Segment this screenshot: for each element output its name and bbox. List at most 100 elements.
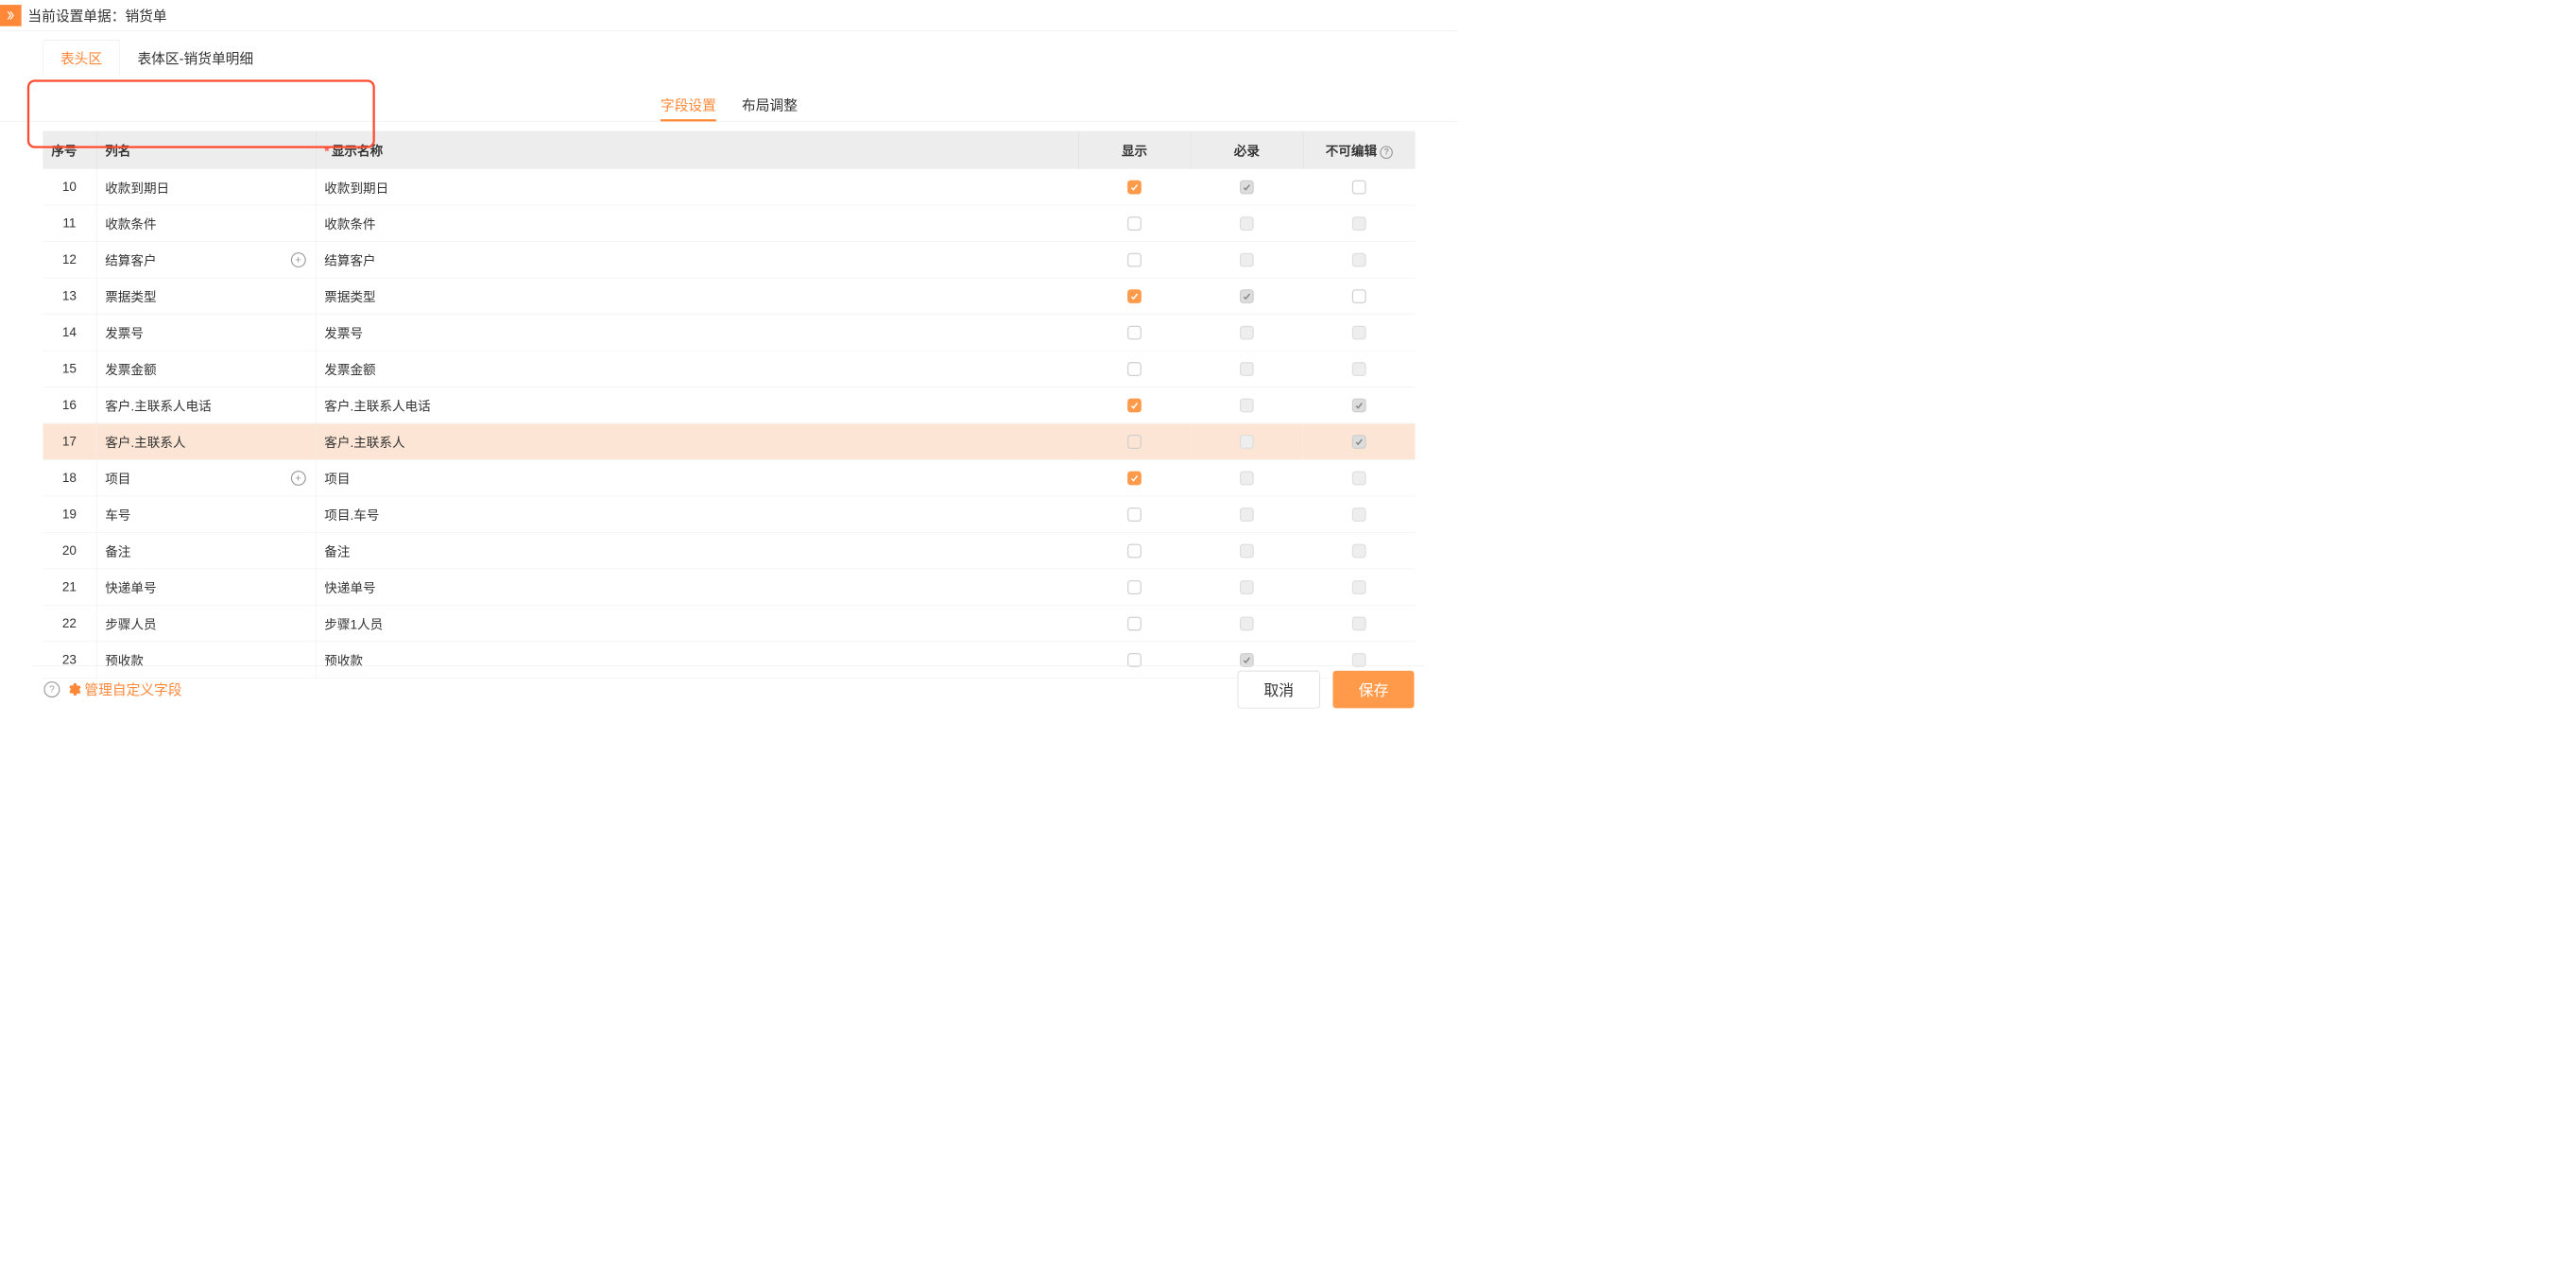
row-show-cell	[1078, 605, 1191, 641]
row-seq: 19	[43, 496, 96, 532]
noedit-checkbox[interactable]	[1352, 180, 1366, 195]
col-header-display-name: *显示名称	[316, 131, 1078, 169]
required-checkbox	[1240, 399, 1254, 413]
col-header-noedit: 不可编辑?	[1303, 131, 1416, 169]
row-seq: 10	[43, 169, 96, 205]
show-checkbox[interactable]	[1127, 326, 1142, 340]
table-row: 22步骤人员步骤1人员	[43, 605, 1415, 641]
row-display-name[interactable]: 收款条件	[316, 205, 1078, 241]
table-row: 15发票金额发票金额	[43, 351, 1415, 387]
expand-icon[interactable]: +	[291, 471, 306, 486]
sub-tabs: 字段设置布局调整	[0, 88, 1458, 121]
row-display-name[interactable]: 客户.主联系人	[316, 423, 1078, 459]
row-noedit-cell	[1303, 569, 1416, 605]
required-checkbox	[1240, 362, 1254, 376]
show-checkbox[interactable]	[1127, 617, 1142, 631]
noedit-checkbox	[1352, 472, 1366, 486]
row-seq: 11	[43, 205, 96, 241]
table-row: 19车号项目.车号	[43, 496, 1415, 532]
field-table-container: 序号 列名 *显示名称 显示 必录 不可编辑? 10收款到期日收款到期日11收款…	[43, 131, 1415, 679]
row-seq: 20	[43, 532, 96, 568]
row-display-name[interactable]: 客户.主联系人电话	[316, 387, 1078, 423]
show-checkbox[interactable]	[1127, 507, 1142, 522]
main-tabs: 表头区表体区-销货单明细	[43, 40, 1458, 76]
row-required-cell	[1191, 605, 1303, 641]
show-checkbox[interactable]	[1127, 216, 1142, 231]
row-show-cell	[1078, 569, 1191, 605]
row-required-cell	[1191, 532, 1303, 568]
row-name: 收款条件	[96, 205, 316, 241]
row-display-name[interactable]: 步骤1人员	[316, 605, 1078, 641]
footer-help-icon[interactable]: ?	[43, 681, 60, 697]
row-display-name[interactable]: 发票金额	[316, 351, 1078, 387]
main-tab-1[interactable]: 表体区-销货单明细	[120, 40, 271, 76]
header-bar: 当前设置单据：销货单	[0, 0, 1458, 31]
row-seq: 22	[43, 605, 96, 641]
show-checkbox[interactable]	[1127, 289, 1142, 303]
show-checkbox[interactable]	[1127, 435, 1142, 449]
row-name: 项目+	[96, 459, 316, 495]
noedit-checkbox	[1352, 399, 1366, 413]
row-show-cell	[1078, 315, 1191, 351]
row-noedit-cell	[1303, 532, 1416, 568]
row-required-cell	[1191, 496, 1303, 532]
sub-tab-0[interactable]: 字段设置	[661, 88, 716, 121]
row-display-name[interactable]: 快递单号	[316, 569, 1078, 605]
help-icon[interactable]: ?	[1380, 146, 1393, 159]
show-checkbox[interactable]	[1127, 472, 1142, 486]
table-row: 10收款到期日收款到期日	[43, 169, 1415, 205]
noedit-checkbox	[1352, 544, 1366, 559]
required-checkbox	[1240, 216, 1254, 231]
show-checkbox[interactable]	[1127, 544, 1142, 559]
row-show-cell	[1078, 169, 1191, 205]
required-checkbox	[1240, 326, 1254, 340]
row-display-name[interactable]: 备注	[316, 532, 1078, 568]
noedit-checkbox	[1352, 216, 1366, 231]
required-checkbox	[1240, 472, 1254, 486]
show-checkbox[interactable]	[1127, 253, 1142, 267]
title-prefix: 当前设置单据：	[27, 8, 125, 24]
sub-tab-1[interactable]: 布局调整	[742, 88, 798, 121]
table-row: 20备注备注	[43, 532, 1415, 568]
required-checkbox	[1240, 507, 1254, 522]
row-show-cell	[1078, 242, 1191, 278]
noedit-checkbox[interactable]	[1352, 289, 1366, 303]
show-checkbox[interactable]	[1127, 399, 1142, 413]
row-name: 发票金额	[96, 351, 316, 387]
row-seq: 15	[43, 351, 96, 387]
show-checkbox[interactable]	[1127, 580, 1142, 594]
cancel-button[interactable]: 取消	[1238, 670, 1320, 708]
table-row: 12结算客户+结算客户	[43, 242, 1415, 278]
save-button[interactable]: 保存	[1332, 670, 1414, 708]
chevron-right-double-icon	[6, 9, 16, 20]
row-display-name[interactable]: 结算客户	[316, 242, 1078, 278]
required-checkbox	[1240, 253, 1254, 267]
row-display-name[interactable]: 项目.车号	[316, 496, 1078, 532]
row-display-name[interactable]: 发票号	[316, 315, 1078, 351]
row-seq: 18	[43, 459, 96, 495]
show-checkbox[interactable]	[1127, 362, 1142, 376]
row-display-name[interactable]: 项目	[316, 459, 1078, 495]
row-display-name[interactable]: 票据类型	[316, 278, 1078, 314]
row-display-name[interactable]: 收款到期日	[316, 169, 1078, 205]
expand-icon[interactable]: +	[291, 252, 306, 267]
show-checkbox[interactable]	[1127, 180, 1142, 195]
row-noedit-cell	[1303, 496, 1416, 532]
row-noedit-cell	[1303, 278, 1416, 314]
collapse-button[interactable]	[0, 5, 22, 26]
title-value: 销货单	[125, 8, 166, 24]
row-noedit-cell	[1303, 205, 1416, 241]
row-name: 备注	[96, 532, 316, 568]
row-show-cell	[1078, 423, 1191, 459]
row-noedit-cell	[1303, 169, 1416, 205]
row-name: 快递单号	[96, 569, 316, 605]
row-show-cell	[1078, 278, 1191, 314]
row-show-cell	[1078, 205, 1191, 241]
row-show-cell	[1078, 459, 1191, 495]
main-tab-0[interactable]: 表头区	[43, 40, 120, 76]
manage-custom-fields-link[interactable]: 管理自定义字段	[66, 679, 181, 699]
row-show-cell	[1078, 387, 1191, 423]
row-show-cell	[1078, 496, 1191, 532]
noedit-checkbox	[1352, 435, 1366, 449]
row-required-cell	[1191, 351, 1303, 387]
